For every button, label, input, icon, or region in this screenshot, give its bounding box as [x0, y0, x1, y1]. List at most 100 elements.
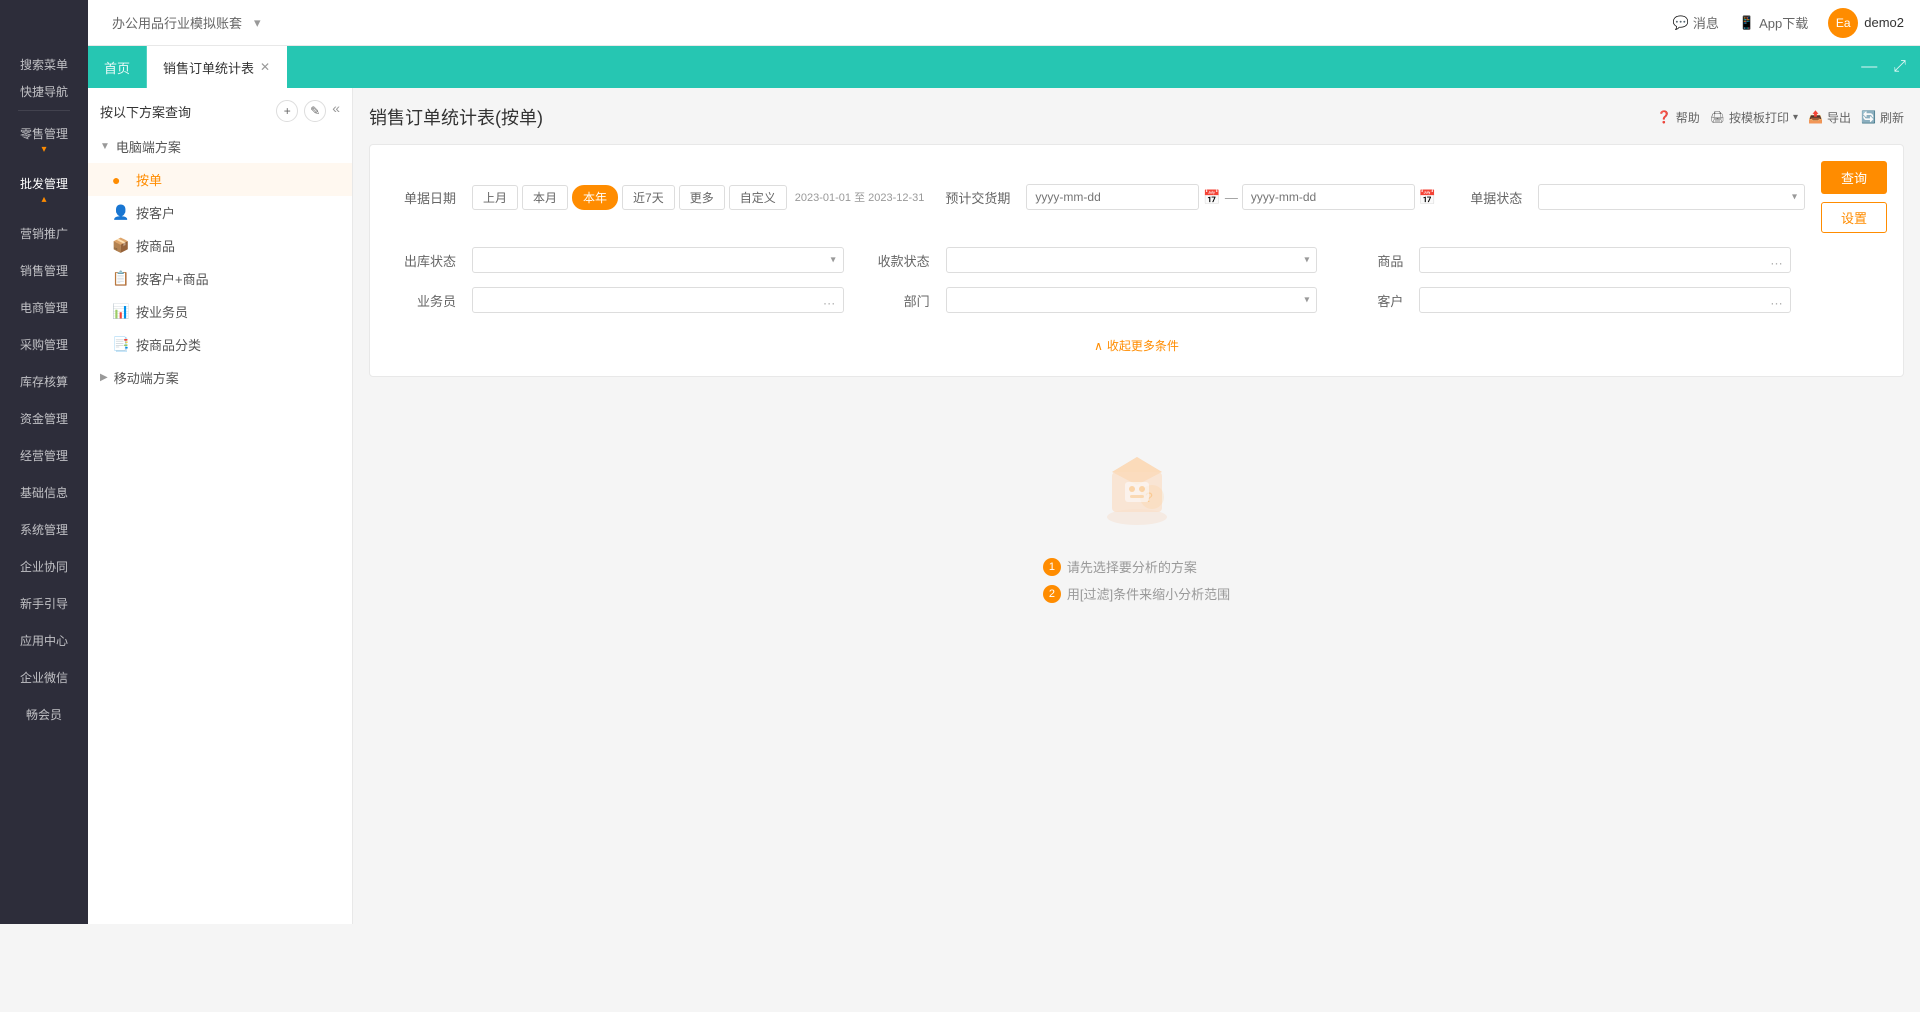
tree-item-by-product-category[interactable]: 📑 按商品分类	[88, 328, 352, 361]
out-status-label: 出库状态	[386, 251, 456, 270]
tab-home-label: 首页	[104, 58, 130, 77]
help-btn[interactable]: ❓ 帮助	[1657, 109, 1700, 126]
salesperson-control: …	[472, 287, 844, 313]
sidebar-item-wholesale[interactable]: 批发管理 ▴	[0, 165, 88, 215]
delivery-date-start-input[interactable]	[1026, 184, 1199, 210]
sidebar-item-label-wholesale: 批发管理	[20, 175, 68, 192]
tree-parent-mobile[interactable]: ▶ 移动端方案	[88, 361, 352, 394]
message-label: 消息	[1693, 13, 1719, 32]
tab-minimize-btn[interactable]: —	[1857, 54, 1881, 80]
sidebar-item-ecommerce[interactable]: 电商管理	[0, 289, 88, 326]
tree-item-by-salesperson[interactable]: 📊 按业务员	[88, 295, 352, 328]
empty-hint-1-text: 请先选择要分析的方案	[1067, 557, 1197, 576]
print-label: 按模板打印	[1729, 109, 1789, 126]
sidebar-item-basic[interactable]: 基础信息	[0, 474, 88, 511]
left-panel-header: 按以下方案查询 + ✎ «	[88, 100, 352, 130]
sidebar-item-marketing[interactable]: 营销推广	[0, 215, 88, 252]
add-scheme-btn[interactable]: +	[276, 100, 298, 122]
status-label: 单据状态	[1452, 188, 1522, 207]
sidebar-item-finance[interactable]: 资金管理	[0, 400, 88, 437]
customer-dots-btn[interactable]: …	[1770, 293, 1783, 308]
customer-input[interactable]	[1419, 287, 1791, 313]
tab-close-icon[interactable]: ✕	[260, 60, 270, 74]
delivery-date-sep: —	[1225, 190, 1238, 205]
query-button[interactable]: 查询	[1821, 161, 1887, 194]
tab-sales-order-stats[interactable]: 销售订单统计表 ✕	[147, 46, 287, 88]
date-tab-last-month[interactable]: 上月	[472, 185, 518, 210]
collapse-panel-btn[interactable]: «	[332, 100, 340, 122]
date-tab-this-year[interactable]: 本年	[572, 185, 618, 210]
sidebar-item-enterprise[interactable]: 企业协同	[0, 548, 88, 585]
top-bar: 好 办公用品行业模拟账套 ▾ 💬 消息 📱 App下载 Ea demo2	[0, 0, 1920, 46]
help-icon: ❓	[1657, 110, 1672, 124]
export-btn[interactable]: 📤 导出	[1808, 109, 1851, 126]
refresh-btn[interactable]: 🔄 刷新	[1861, 109, 1904, 126]
sidebar-item-label-ecommerce: 电商管理	[20, 299, 68, 316]
date-tab-last-7-days[interactable]: 近7天	[622, 185, 675, 210]
sidebar-item-label-marketing: 营销推广	[20, 225, 68, 242]
out-status-select[interactable]	[472, 247, 844, 273]
tree-item-by-product[interactable]: 📦 按商品	[88, 229, 352, 262]
tree-item-by-customer[interactable]: 👤 按客户	[88, 196, 352, 229]
sidebar-item-wxwork[interactable]: 企业微信	[0, 659, 88, 696]
page-title: 销售订单统计表(按单)	[369, 104, 543, 130]
sidebar-item-operations[interactable]: 经营管理	[0, 437, 88, 474]
hint-num-1: 1	[1043, 558, 1061, 576]
delivery-date-start-cal-icon[interactable]: 📅	[1203, 189, 1220, 206]
sidebar-item-label-sales: 销售管理	[20, 262, 68, 279]
app-download-btn[interactable]: 📱 App下载	[1739, 13, 1808, 32]
sidebar-quick-nav[interactable]: 快捷导航	[0, 79, 88, 106]
department-control: ▾	[946, 287, 1318, 313]
date-tab-custom[interactable]: 自定义	[729, 185, 787, 210]
salesperson-dots-btn[interactable]: …	[823, 293, 836, 308]
sidebar-item-member[interactable]: 畅会员	[0, 696, 88, 733]
tab-home[interactable]: 首页	[88, 46, 147, 88]
sidebar-item-label-appcenter: 应用中心	[20, 632, 68, 649]
print-btn[interactable]: 🖨 按模板打印 ▾	[1710, 109, 1798, 126]
collect-status-select[interactable]	[946, 247, 1318, 273]
message-btn[interactable]: 💬 消息	[1673, 13, 1719, 32]
tree-item-by-customer-product[interactable]: 📋 按客户+商品	[88, 262, 352, 295]
sidebar-item-sales[interactable]: 销售管理	[0, 252, 88, 289]
date-tab-this-month[interactable]: 本月	[522, 185, 568, 210]
by-salesperson-icon: 📊	[112, 303, 128, 320]
sidebar-item-system[interactable]: 系统管理	[0, 511, 88, 548]
status-control: ▾	[1538, 184, 1805, 210]
sidebar-item-newbie[interactable]: 新手引导	[0, 585, 88, 622]
sidebar-item-appcenter[interactable]: 应用中心	[0, 622, 88, 659]
message-icon: 💬	[1673, 15, 1689, 31]
salesperson-input[interactable]	[472, 287, 844, 313]
setting-button[interactable]: 设置	[1821, 202, 1887, 233]
by-order-icon: ●	[112, 172, 128, 188]
page-header: 销售订单统计表(按单) ❓ 帮助 🖨 按模板打印 ▾ 📤 导出 🔄 刷新	[369, 104, 1904, 130]
tree-item-by-order[interactable]: ● 按单	[88, 163, 352, 196]
product-input[interactable]	[1419, 247, 1791, 273]
edit-scheme-btn[interactable]: ✎	[304, 100, 326, 122]
delivery-date-end-input[interactable]	[1242, 184, 1415, 210]
hint-num-2: 2	[1043, 585, 1061, 603]
customer-label: 客户	[1333, 291, 1403, 310]
user-area[interactable]: Ea demo2	[1828, 8, 1904, 38]
department-select[interactable]	[946, 287, 1318, 313]
date-tab-more[interactable]: 更多	[679, 185, 725, 210]
sidebar-item-label-inventory: 库存核算	[20, 373, 68, 390]
salesperson-label: 业务员	[386, 291, 456, 310]
sidebar-item-label-newbie: 新手引导	[20, 595, 68, 612]
product-dots-btn[interactable]: …	[1770, 253, 1783, 268]
delivery-date-control: 📅 — 📅	[1026, 184, 1436, 210]
tree-parent-pc[interactable]: ▼ 电脑端方案	[88, 130, 352, 163]
sidebar-item-retail[interactable]: 零售管理 ▾	[0, 115, 88, 165]
status-select[interactable]	[1538, 184, 1805, 210]
sidebar-item-purchase[interactable]: 采购管理	[0, 326, 88, 363]
sidebar-item-inventory[interactable]: 库存核算	[0, 363, 88, 400]
by-product-category-icon: 📑	[112, 336, 128, 353]
sidebar-search[interactable]: 搜索菜单	[0, 46, 88, 79]
collapse-more-btn[interactable]: ∧ 收起更多条件	[386, 327, 1887, 360]
query-btn-group: 查询 设置	[1821, 161, 1887, 233]
delivery-date-end-cal-icon[interactable]: 📅	[1419, 189, 1436, 206]
empty-state: ? 1 请先选择要分析的方案 2 用[过滤]条件来缩小分析范围	[369, 377, 1904, 663]
tab-expand-btn[interactable]: ⤢	[1889, 54, 1910, 80]
app-title-arrow[interactable]: ▾	[254, 15, 261, 31]
date-label: 单据日期	[386, 188, 456, 207]
sidebar-arrow-wholesale: ▴	[41, 194, 46, 205]
